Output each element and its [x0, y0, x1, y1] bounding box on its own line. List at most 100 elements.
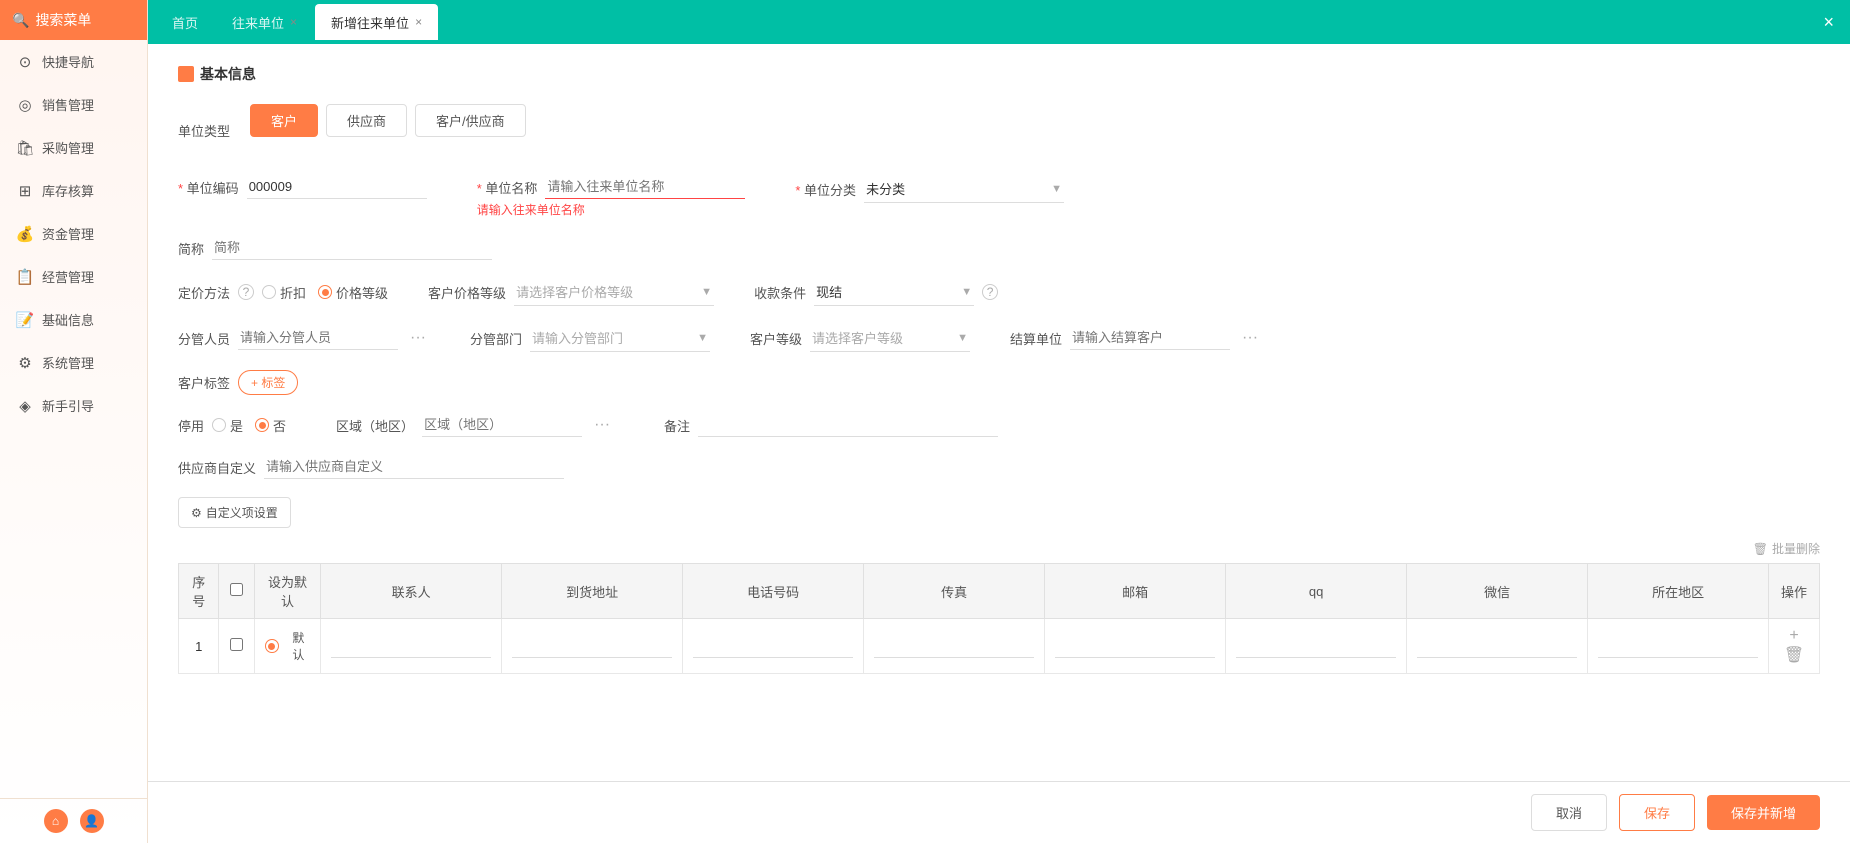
unit-code-label: 单位编码: [178, 178, 239, 197]
radio-price-level-circle: [318, 285, 332, 299]
col-header-address: 到货地址: [502, 564, 683, 619]
sidebar-item-purchase[interactable]: 🛍采购管理: [0, 126, 147, 169]
close-main-btn[interactable]: ×: [1815, 12, 1842, 33]
default-radio[interactable]: [265, 639, 279, 653]
fax-input[interactable]: [874, 634, 1034, 658]
radio-discount[interactable]: 折扣: [262, 283, 306, 302]
supervisor-more-btn[interactable]: ···: [406, 329, 430, 347]
region-input[interactable]: [422, 413, 582, 437]
supervisor-input[interactable]: [238, 326, 398, 350]
main-content: 首页 往来单位 × 新增往来单位 × × 基本信息 单位类型 客户 供应商 客户: [148, 0, 1850, 843]
region-table-input[interactable]: [1598, 634, 1758, 658]
col-header-fax: 传真: [864, 564, 1045, 619]
user-icon[interactable]: 👤: [80, 809, 104, 833]
col-header-phone: 电话号码: [683, 564, 864, 619]
unit-category-field: 单位分类 未分类 ▼: [795, 175, 1064, 203]
unit-name-error: 请输入往来单位名称: [477, 201, 746, 218]
phone-input[interactable]: [693, 634, 853, 658]
sidebar-item-label: 快捷导航: [42, 52, 94, 71]
type-btn-supplier[interactable]: 供应商: [326, 104, 407, 137]
customer-tag-label: 客户标签: [178, 373, 230, 392]
row-pricing: 定价方法 ? 折扣 价格等级 客户价格等级 请选择客户价格等级: [178, 278, 1820, 306]
sidebar-item-guide[interactable]: ◈新手引导: [0, 384, 147, 427]
short-name-field: 简称: [178, 236, 492, 260]
unit-code-input[interactable]: [247, 175, 427, 199]
sidebar-item-finance[interactable]: 💰资金管理: [0, 212, 147, 255]
payment-terms-help-icon[interactable]: ?: [982, 284, 998, 300]
cancel-button[interactable]: 取消: [1531, 794, 1607, 831]
contact-input[interactable]: [331, 634, 491, 658]
sidebar-item-label: 经营管理: [42, 267, 94, 286]
wechat-input[interactable]: [1417, 634, 1577, 658]
batch-delete-label[interactable]: 批量删除: [1772, 540, 1820, 557]
unit-type-row: 单位类型 客户 供应商 客户/供应商: [178, 104, 1820, 157]
type-btn-customer[interactable]: 客户: [250, 104, 318, 137]
remark-input[interactable]: [698, 413, 998, 437]
home-icon[interactable]: ⌂: [44, 809, 68, 833]
settlement-unit-more-btn[interactable]: ···: [1238, 329, 1262, 347]
region-field: 区域（地区） ···: [336, 413, 614, 437]
remark-label: 备注: [664, 416, 690, 435]
unit-name-input[interactable]: [545, 175, 745, 199]
unit-category-select[interactable]: 未分类 ▼: [864, 175, 1064, 203]
settlement-unit-input[interactable]: [1070, 326, 1230, 350]
tab-home[interactable]: 首页: [156, 4, 214, 40]
section-title-text: 基本信息: [200, 64, 256, 84]
payment-terms-value: 现结: [816, 282, 957, 301]
radio-price-level[interactable]: 价格等级: [318, 283, 388, 302]
add-row-btn[interactable]: +: [1789, 627, 1798, 645]
cell-check: [219, 619, 254, 674]
department-select[interactable]: 请输入分管部门 ▼: [530, 324, 710, 352]
unit-name-col: 单位名称 请输入往来单位名称: [477, 175, 746, 218]
cell-contact: [321, 619, 502, 674]
tabbar: 首页 往来单位 × 新增往来单位 × ×: [148, 0, 1850, 44]
customer-level-select[interactable]: 请选择客户等级 ▼: [810, 324, 970, 352]
supplier-custom-input[interactable]: [264, 455, 564, 479]
sidebar-item-basic-info[interactable]: 📝基础信息: [0, 298, 147, 341]
email-input[interactable]: [1055, 634, 1215, 658]
sidebar-item-sales[interactable]: ◎销售管理: [0, 83, 147, 126]
table-actions: 🗑 批量删除: [178, 540, 1820, 557]
cell-fax: [864, 619, 1045, 674]
sidebar-item-operations[interactable]: 📋经营管理: [0, 255, 147, 298]
select-all-checkbox[interactable]: [230, 583, 243, 596]
address-input[interactable]: [512, 634, 672, 658]
tab-partners[interactable]: 往来单位 ×: [216, 4, 313, 40]
pricing-help-icon[interactable]: ?: [238, 284, 254, 300]
close-new-partner-tab[interactable]: ×: [415, 15, 422, 29]
unit-category-value: 未分类: [866, 179, 1047, 198]
customer-price-level-select[interactable]: 请选择客户价格等级 ▼: [514, 278, 714, 306]
close-partners-tab[interactable]: ×: [290, 15, 297, 29]
add-tag-btn[interactable]: + 标签: [238, 370, 298, 395]
save-new-button[interactable]: 保存并新增: [1707, 795, 1820, 830]
sidebar-item-system[interactable]: ⚙系统管理: [0, 341, 147, 384]
sales-icon: ◎: [16, 96, 34, 114]
short-name-label: 简称: [178, 239, 204, 258]
radio-disable-yes[interactable]: 是: [212, 416, 243, 435]
col-header-contact: 联系人: [321, 564, 502, 619]
type-btn-both[interactable]: 客户/供应商: [415, 104, 526, 137]
sidebar-item-label: 系统管理: [42, 353, 94, 372]
department-label: 分管部门: [470, 329, 522, 348]
delete-row-btn[interactable]: 🗑: [1784, 645, 1804, 665]
short-name-input[interactable]: [212, 236, 492, 260]
radio-disable-no[interactable]: 否: [255, 416, 286, 435]
region-more-btn[interactable]: ···: [590, 416, 614, 434]
save-button[interactable]: 保存: [1619, 794, 1695, 831]
payment-terms-select[interactable]: 现结 ▼: [814, 278, 974, 306]
tab-new-partner[interactable]: 新增往来单位 ×: [315, 4, 438, 40]
tab-partners-label: 往来单位: [232, 13, 284, 32]
supplier-custom-field: 供应商自定义: [178, 455, 564, 479]
sidebar-item-inventory[interactable]: ⊞库存核算: [0, 169, 147, 212]
sidebar-item-quick-nav[interactable]: ⊙快捷导航: [0, 40, 147, 83]
qq-input[interactable]: [1236, 634, 1396, 658]
search-menu-btn[interactable]: 🔍 搜索菜单: [0, 0, 147, 40]
bottom-bar: 取消 保存 保存并新增: [148, 781, 1850, 843]
customer-price-level-label: 客户价格等级: [428, 283, 506, 302]
custom-settings-btn[interactable]: ⚙ 自定义项设置: [178, 497, 291, 528]
row-disable-region: 停用 是 否 区域（地区） ··· 备注: [178, 413, 1820, 437]
cell-default: 默认: [254, 619, 320, 674]
row-checkbox[interactable]: [230, 638, 243, 651]
guide-icon: ◈: [16, 397, 34, 415]
sidebar-item-label: 资金管理: [42, 224, 94, 243]
